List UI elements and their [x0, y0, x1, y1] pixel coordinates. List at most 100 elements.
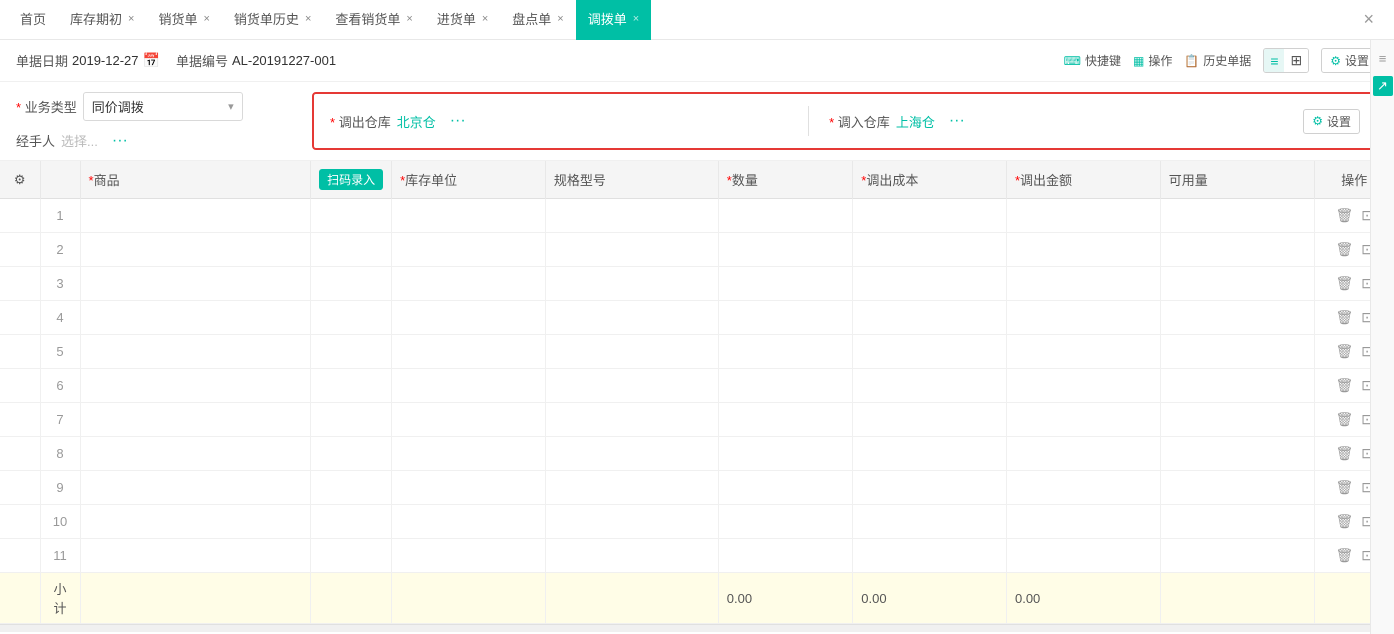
- delete-icon[interactable]: 🗑: [1335, 207, 1353, 224]
- row-unit-cell: [392, 233, 546, 267]
- tab-inventory-check[interactable]: 盘点单 ×: [500, 0, 575, 40]
- row-amount-cell: [1006, 233, 1160, 267]
- col-header-spec: 规格型号: [545, 161, 718, 199]
- row-qty-cell: [718, 437, 853, 471]
- row-avail-cell: [1160, 233, 1314, 267]
- row-gear-cell: [0, 471, 40, 505]
- row-avail-cell: [1160, 403, 1314, 437]
- subtotal-cost: 0.00: [853, 573, 1007, 624]
- row-amount-cell: [1006, 335, 1160, 369]
- person-select[interactable]: 选择...: [61, 131, 98, 150]
- transfer-out-dots-btn[interactable]: ···: [450, 112, 466, 130]
- number-value: AL-20191227-001: [232, 53, 336, 68]
- row-gear-cell: [0, 199, 40, 233]
- layout-grid-btn[interactable]: ⊞: [1284, 49, 1308, 72]
- row-scan-cell: [311, 437, 392, 471]
- person-label: 经手人: [16, 131, 55, 150]
- delete-icon[interactable]: 🗑: [1335, 309, 1353, 326]
- table-row: 6 🗑 ⊡: [0, 369, 1394, 403]
- row-goods-cell: [80, 233, 311, 267]
- tab-sales-history[interactable]: 销货单历史 ×: [222, 0, 323, 40]
- row-gear-cell: [0, 301, 40, 335]
- tab-sales-order[interactable]: 销货单 ×: [146, 0, 221, 40]
- delete-icon[interactable]: 🗑: [1335, 241, 1353, 258]
- delete-icon[interactable]: 🗑: [1335, 513, 1353, 530]
- tab-close-inventory-check[interactable]: ×: [557, 13, 563, 25]
- row-num-cell: 1: [40, 199, 80, 233]
- row-goods-cell: [80, 301, 311, 335]
- row-spec-cell: [545, 301, 718, 335]
- transfer-out-value[interactable]: 北京仓: [397, 112, 436, 131]
- delete-icon[interactable]: 🗑: [1335, 445, 1353, 462]
- delete-icon[interactable]: 🗑: [1335, 275, 1353, 292]
- table-row: 7 🗑 ⊡: [0, 403, 1394, 437]
- table-gear-icon[interactable]: ⚙: [14, 172, 26, 187]
- row-gear-cell: [0, 437, 40, 471]
- tab-view-sales[interactable]: 查看销货单 ×: [323, 0, 424, 40]
- row-amount-cell: [1006, 471, 1160, 505]
- shortcut-btn[interactable]: ⌨ 快捷键: [1064, 52, 1121, 69]
- tab-inventory-init[interactable]: 库存期初 ×: [58, 0, 146, 40]
- warehouse-divider: [808, 106, 809, 136]
- delete-icon[interactable]: 🗑: [1335, 377, 1353, 394]
- row-amount-cell: [1006, 539, 1160, 573]
- row-spec-cell: [545, 471, 718, 505]
- number-label: 单据编号: [176, 51, 228, 70]
- transfer-in-dots-btn[interactable]: ···: [949, 112, 965, 130]
- form-toolbar: 单据日期 2019-12-27 📅 单据编号 AL-20191227-001 ⌨…: [0, 40, 1394, 82]
- row-unit-cell: [392, 437, 546, 471]
- tab-home[interactable]: 首页: [8, 0, 58, 40]
- row-unit-cell: [392, 403, 546, 437]
- tab-close-view-sales[interactable]: ×: [406, 13, 412, 25]
- calendar-icon[interactable]: 📅: [143, 52, 160, 69]
- row-unit-cell: [392, 539, 546, 573]
- sidebar-list-icon[interactable]: ≡: [1373, 48, 1393, 68]
- tab-close-sales-history[interactable]: ×: [305, 13, 311, 25]
- delete-icon[interactable]: 🗑: [1335, 547, 1353, 564]
- row-cost-cell: [853, 369, 1007, 403]
- subtotal-row: 小计 0.00 0.00 0.00: [0, 573, 1394, 624]
- table-body: 1 🗑 ⊡ 2: [0, 199, 1394, 624]
- bottom-scrollbar[interactable]: [0, 624, 1394, 632]
- row-qty-cell: [718, 471, 853, 505]
- business-type-select[interactable]: 同价调拨 ▾: [83, 92, 243, 121]
- row-cost-cell: [853, 199, 1007, 233]
- row-cost-cell: [853, 539, 1007, 573]
- row-amount-cell: [1006, 267, 1160, 301]
- delete-icon[interactable]: 🗑: [1335, 479, 1353, 496]
- form-area: * 业务类型 同价调拨 ▾ 经手人 选择... ··· * 调出仓库: [0, 82, 1394, 161]
- delete-icon[interactable]: 🗑: [1335, 343, 1353, 360]
- row-cost-cell: [853, 335, 1007, 369]
- person-dots-btn[interactable]: ···: [112, 132, 128, 150]
- toolbar-right: ⌨ 快捷键 ▦ 操作 📋 历史单据 ≡ ⊞ ⚙ 设置: [1064, 48, 1378, 73]
- window-close-button[interactable]: ×: [1351, 9, 1386, 30]
- delete-icon[interactable]: 🗑: [1335, 411, 1353, 428]
- right-sidebar: ≡ ↗: [1370, 40, 1394, 634]
- tab-close-sales-order[interactable]: ×: [203, 13, 209, 25]
- row-unit-cell: [392, 369, 546, 403]
- table-row: 9 🗑 ⊡: [0, 471, 1394, 505]
- table-row: 1 🗑 ⊡: [0, 199, 1394, 233]
- dropdown-arrow-icon: ▾: [228, 100, 234, 113]
- tab-close-transfer-order[interactable]: ×: [633, 13, 639, 25]
- history-btn[interactable]: 📋 历史单据: [1184, 52, 1251, 69]
- tab-close-purchase-order[interactable]: ×: [482, 13, 488, 25]
- main-layout: 单据日期 2019-12-27 📅 单据编号 AL-20191227-001 ⌨…: [0, 40, 1394, 634]
- layout-list-btn[interactable]: ≡: [1264, 49, 1284, 72]
- row-num-cell: 3: [40, 267, 80, 301]
- tab-close-inventory-init[interactable]: ×: [128, 13, 134, 25]
- row-scan-cell: [311, 335, 392, 369]
- warehouse-box: * 调出仓库 北京仓 ··· * 调入仓库 上海仓 ··· ⚙ 设置: [312, 92, 1378, 150]
- row-amount-cell: [1006, 403, 1160, 437]
- scan-btn[interactable]: 扫码录入: [319, 169, 383, 190]
- row-gear-cell: [0, 335, 40, 369]
- tab-transfer-order[interactable]: 调拨单 ×: [576, 0, 651, 40]
- operation-btn[interactable]: ▦ 操作: [1133, 52, 1172, 69]
- col-header-cost: *调出成本: [853, 161, 1007, 199]
- date-label: 单据日期: [16, 51, 68, 70]
- row-qty-cell: [718, 267, 853, 301]
- tab-purchase-order[interactable]: 进货单 ×: [425, 0, 500, 40]
- transfer-in-value[interactable]: 上海仓: [896, 112, 935, 131]
- warehouse-settings-btn[interactable]: ⚙ 设置: [1303, 109, 1360, 134]
- sidebar-export-icon[interactable]: ↗: [1373, 76, 1393, 96]
